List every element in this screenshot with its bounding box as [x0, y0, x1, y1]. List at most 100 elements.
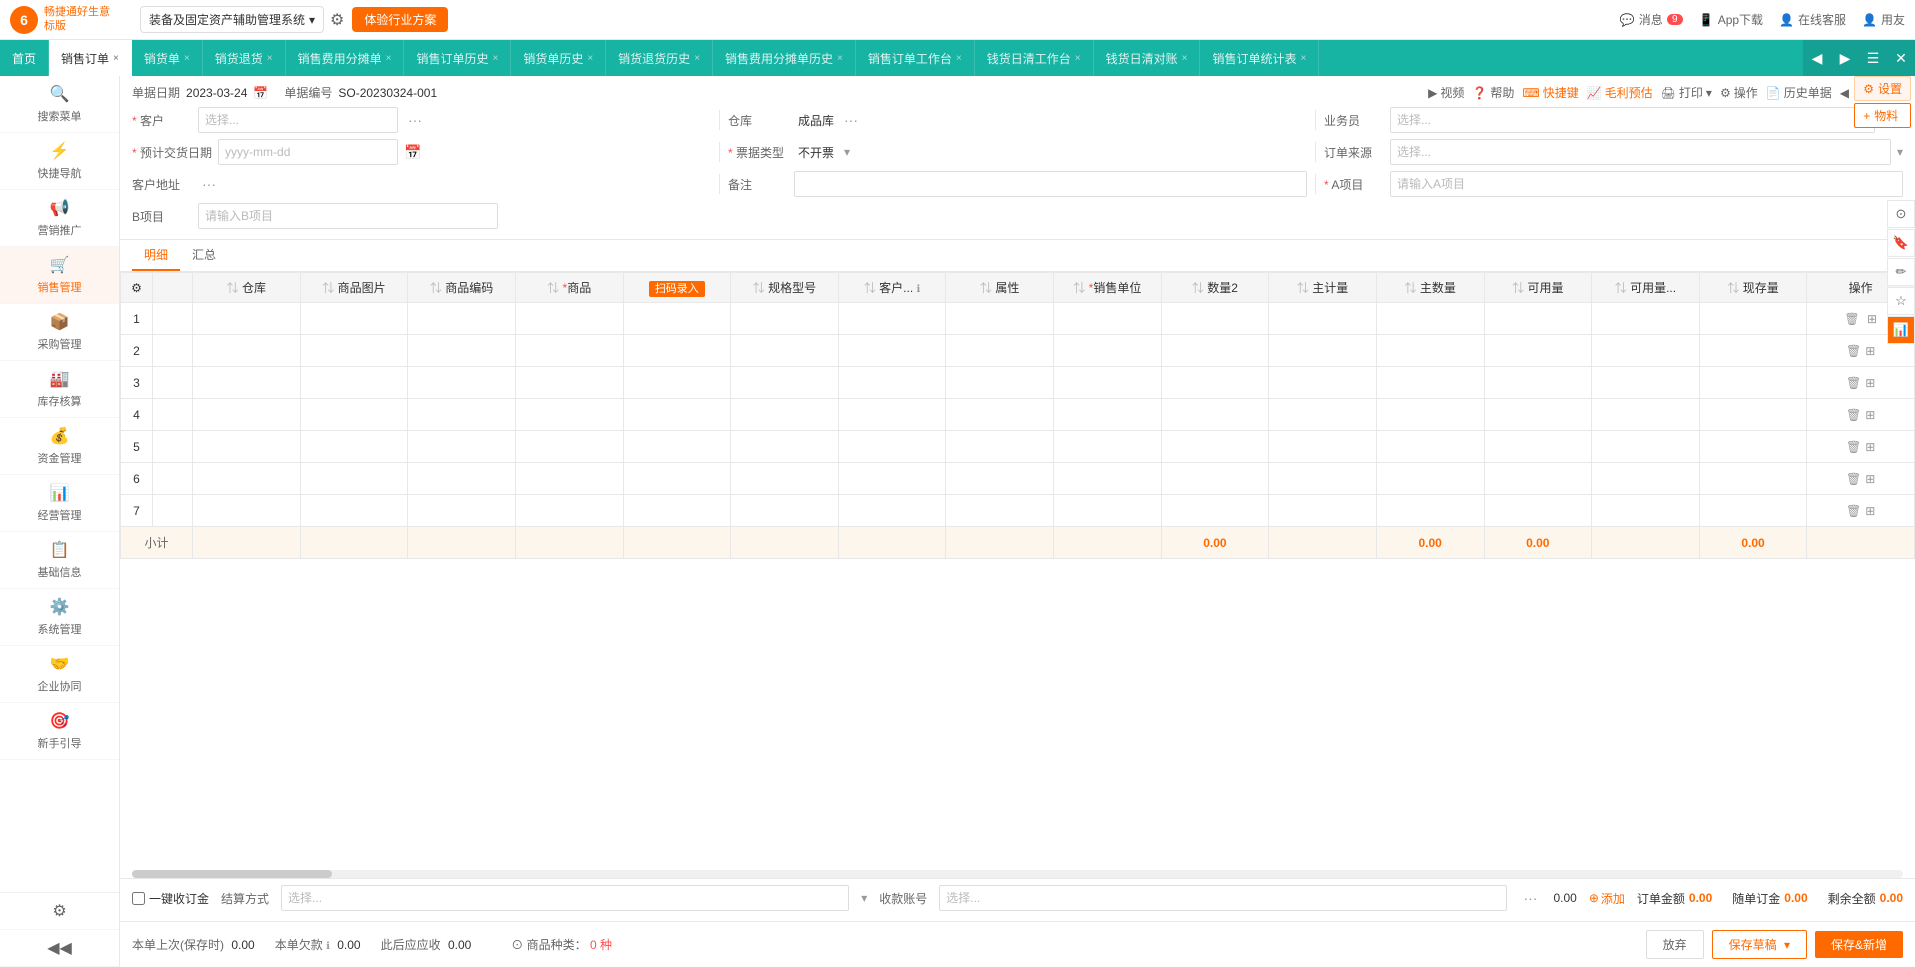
col-header-setting[interactable]: ⚙: [121, 273, 153, 303]
float-btn-2[interactable]: 🔖: [1887, 229, 1915, 257]
salesperson-input[interactable]: [1390, 107, 1875, 133]
row-copy-icon[interactable]: ⊞: [1867, 312, 1877, 326]
row-copy-icon[interactable]: ⊞: [1865, 376, 1875, 390]
profit-button[interactable]: 📈 毛利预估: [1587, 84, 1653, 101]
order-source-dropdown-icon[interactable]: ▾: [1897, 145, 1903, 159]
row-copy-icon[interactable]: ⊞: [1865, 408, 1875, 422]
scrollbar-thumb[interactable]: [132, 870, 332, 878]
close-icon[interactable]: ×: [267, 53, 273, 64]
save-draft-dropdown-icon[interactable]: ▾: [1784, 938, 1790, 952]
b-project-input[interactable]: [198, 203, 498, 229]
onestep-checkbox[interactable]: 一键收订金: [132, 890, 209, 907]
gear-icon[interactable]: ⚙: [330, 10, 344, 30]
row-delete-icon[interactable]: 🗑: [1846, 344, 1861, 358]
sidebar-item-collapse[interactable]: ◀◀: [0, 930, 119, 967]
tab-goods-history[interactable]: 销货单历史 ×: [511, 40, 606, 76]
float-btn-4[interactable]: ☆: [1887, 287, 1915, 315]
sidebar-item-system[interactable]: ⚙️ 系统管理: [0, 589, 119, 646]
calendar-icon[interactable]: 📅: [253, 86, 268, 100]
tab-sales-expense-split[interactable]: 销售费用分摊单 ×: [286, 40, 405, 76]
nav-next-button[interactable]: ▶: [1831, 40, 1859, 76]
row-delete-icon[interactable]: 🗑: [1846, 440, 1861, 454]
sidebar-item-guide[interactable]: 🎯 新手引导: [0, 703, 119, 760]
tab-order-stats[interactable]: 销售订单统计表 ×: [1200, 40, 1319, 76]
online-service-item[interactable]: 👤 在线客服: [1779, 11, 1846, 28]
sidebar-item-enterprise[interactable]: 🤝 企业协同: [0, 646, 119, 703]
tab-summary[interactable]: 汇总: [180, 240, 228, 271]
note-input[interactable]: [794, 171, 1307, 197]
tab-sales-return[interactable]: 销货退货 ×: [203, 40, 286, 76]
tab-home[interactable]: 首页: [0, 40, 49, 76]
onestep-checkbox-input[interactable]: [132, 892, 145, 905]
close-icon[interactable]: ×: [956, 53, 962, 64]
prev-record-icon[interactable]: ◀: [1840, 86, 1849, 100]
sidebar-item-quick-nav[interactable]: ⚡ 快捷导航: [0, 133, 119, 190]
close-icon[interactable]: ×: [184, 53, 190, 64]
row-delete-icon[interactable]: 🗑: [1846, 376, 1861, 390]
tab-return-history[interactable]: 销货退货历史 ×: [606, 40, 713, 76]
col-header-scan[interactable]: 扫码录入: [623, 273, 731, 303]
discard-button[interactable]: 放弃: [1646, 930, 1704, 959]
sidebar-item-marketing[interactable]: 📢 营销推广: [0, 190, 119, 247]
table-scroll-wrapper[interactable]: ⚙ ⇅ 仓库 ⇅ 商品图片 ⇅ 商品编码 ⇅ *商品 扫码录入 ⇅ 规格型号 ⇅…: [120, 272, 1915, 870]
float-btn-1[interactable]: ⊙: [1887, 200, 1915, 228]
help-button[interactable]: ❓ 帮助: [1472, 84, 1514, 101]
nav-menu-button[interactable]: ☰: [1859, 40, 1887, 76]
close-icon[interactable]: ×: [587, 53, 593, 64]
customer-input[interactable]: [198, 107, 398, 133]
tab-detail[interactable]: 明细: [132, 240, 180, 271]
solution-button[interactable]: 体验行业方案: [352, 7, 448, 32]
close-icon[interactable]: ×: [492, 53, 498, 64]
sidebar-item-settings[interactable]: ⚙: [0, 893, 119, 930]
payment-method-input[interactable]: [281, 885, 849, 911]
row-delete-icon[interactable]: 🗑: [1844, 312, 1859, 326]
account-input[interactable]: [939, 885, 1507, 911]
date-picker-icon[interactable]: 📅: [404, 144, 421, 161]
customer-dots[interactable]: ···: [404, 112, 426, 128]
save-new-button[interactable]: 保存&新增: [1815, 931, 1903, 958]
print-button[interactable]: 🖨 打印 ▾: [1661, 84, 1712, 101]
close-icon[interactable]: ×: [1182, 53, 1188, 64]
view-button[interactable]: ▶ 视频: [1428, 84, 1464, 101]
address-dots[interactable]: ···: [198, 176, 220, 192]
add-material-button[interactable]: + 物料: [1854, 103, 1911, 128]
close-icon[interactable]: ×: [837, 53, 843, 64]
row-delete-icon[interactable]: 🗑: [1846, 504, 1861, 518]
system-title[interactable]: 装备及固定资产辅助管理系统 ▾: [140, 6, 324, 33]
float-btn-3[interactable]: ✏: [1887, 258, 1915, 286]
message-item[interactable]: 💬 消息 9: [1620, 11, 1683, 28]
row-copy-icon[interactable]: ⊞: [1865, 504, 1875, 518]
setting-float-button[interactable]: ⚙ 设置: [1854, 76, 1911, 101]
nav-prev-button[interactable]: ◀: [1803, 40, 1831, 76]
row-copy-icon[interactable]: ⊞: [1865, 440, 1875, 454]
sidebar-item-basic-info[interactable]: 📋 基础信息: [0, 532, 119, 589]
row-delete-icon[interactable]: 🗑: [1846, 408, 1861, 422]
payment-dropdown-icon[interactable]: ▾: [861, 891, 867, 905]
a-project-input[interactable]: [1390, 171, 1903, 197]
sidebar-item-operations[interactable]: 📊 经营管理: [0, 475, 119, 532]
sidebar-item-search[interactable]: 🔍 搜索菜单: [0, 76, 119, 133]
add-payment-button[interactable]: ⊕ 添加: [1589, 890, 1625, 907]
save-draft-button[interactable]: 保存草稿 ▾: [1712, 930, 1807, 959]
delivery-date-input[interactable]: [218, 139, 398, 165]
tab-daily-workbench[interactable]: 钱货日清工作台 ×: [975, 40, 1094, 76]
close-icon[interactable]: ×: [113, 53, 119, 64]
tab-sales-goods[interactable]: 销货单 ×: [132, 40, 203, 76]
invoice-dropdown-icon[interactable]: ▾: [844, 145, 850, 159]
close-icon[interactable]: ×: [1075, 53, 1081, 64]
shortcut-button[interactable]: ⌨ 快捷键: [1522, 84, 1578, 101]
close-icon[interactable]: ×: [1300, 53, 1306, 64]
user-item[interactable]: 👤 用友: [1862, 11, 1905, 28]
float-btn-5-orange[interactable]: 📊: [1887, 316, 1915, 344]
tab-sales-order[interactable]: 销售订单 ×: [49, 40, 132, 76]
close-icon[interactable]: ×: [386, 53, 392, 64]
tab-order-workbench[interactable]: 销售订单工作台 ×: [856, 40, 975, 76]
operation-button[interactable]: ⚙ 操作: [1720, 84, 1758, 101]
order-source-input[interactable]: [1390, 139, 1891, 165]
row-copy-icon[interactable]: ⊞: [1865, 472, 1875, 486]
app-download-item[interactable]: 📱 App下载: [1699, 11, 1763, 28]
sidebar-item-purchase[interactable]: 📦 采购管理: [0, 304, 119, 361]
warehouse-dots[interactable]: ···: [840, 112, 862, 128]
history-button[interactable]: 📄 历史单据: [1766, 84, 1832, 101]
tab-order-history[interactable]: 销售订单历史 ×: [404, 40, 511, 76]
